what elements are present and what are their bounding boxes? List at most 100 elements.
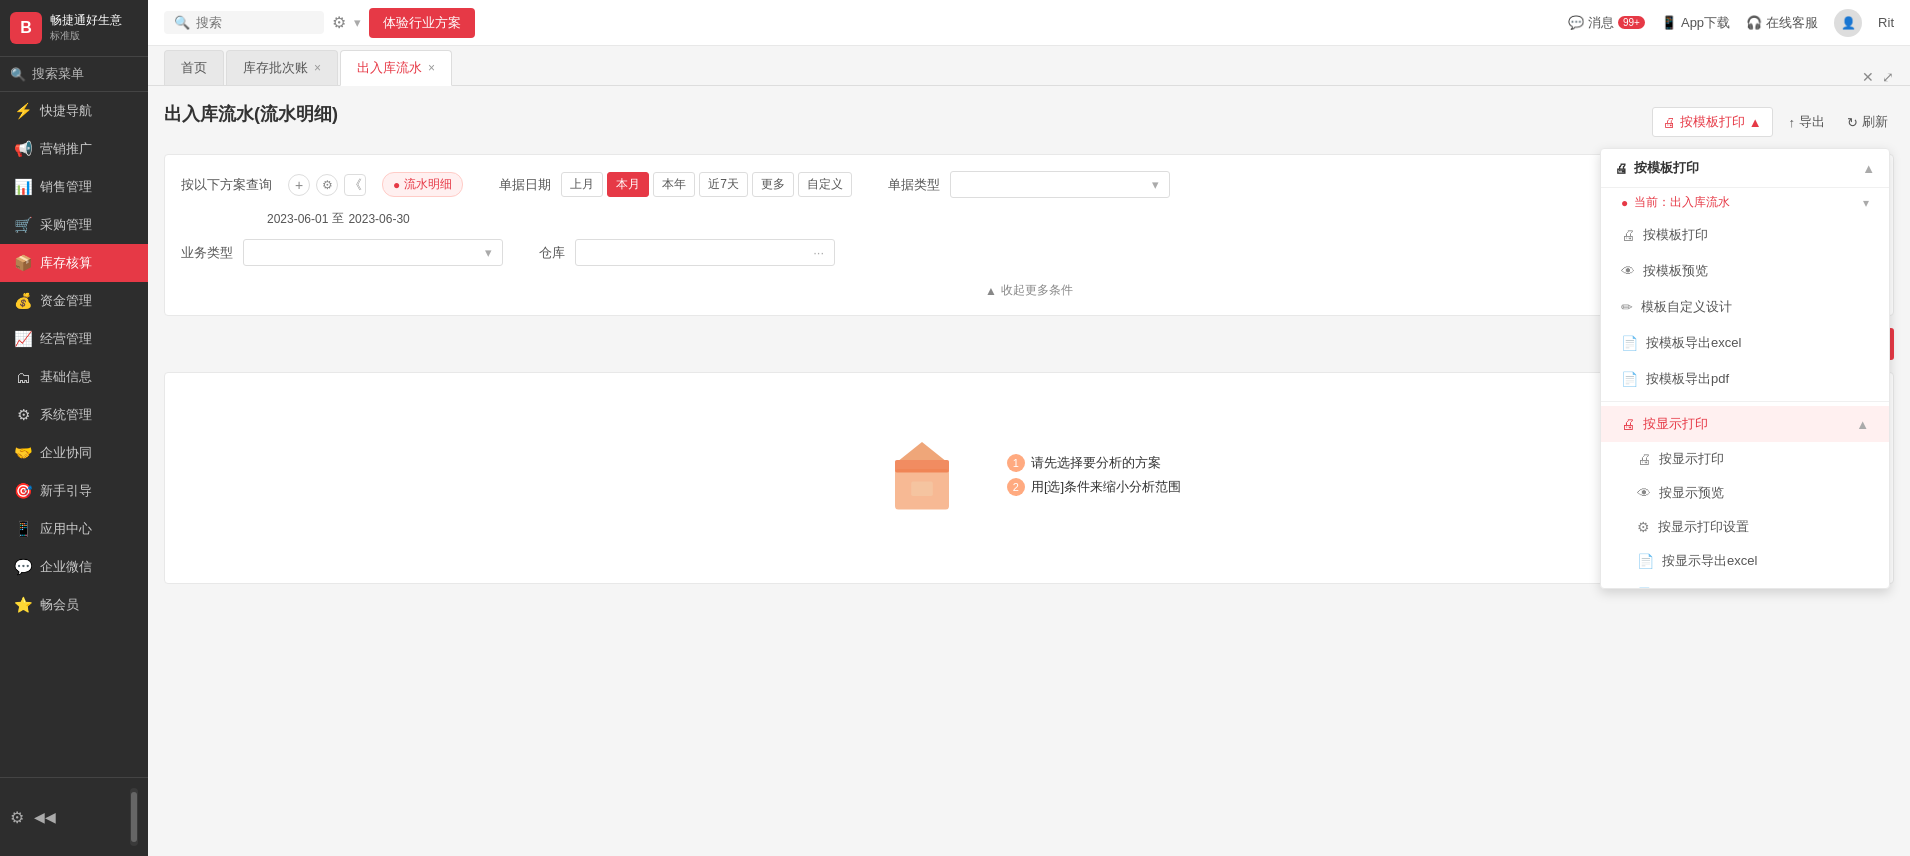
sidebar-search[interactable]: 🔍 搜索菜单	[0, 57, 148, 92]
sidebar-item-marketing[interactable]: 📢 营销推广	[0, 130, 148, 168]
dropdown-collapse-arrow[interactable]: ▲	[1862, 161, 1875, 176]
sidebar-item-member[interactable]: ⭐ 畅会员	[0, 586, 148, 624]
warehouse-input[interactable]: ···	[575, 239, 835, 266]
tab-home[interactable]: 首页	[164, 50, 224, 85]
doc-type-select[interactable]: ▾	[950, 171, 1170, 198]
current-expand-arrow[interactable]: ▾	[1863, 196, 1869, 210]
tab-batch-account[interactable]: 库存批次账 ×	[226, 50, 338, 85]
display-pdf-label: 按显示导出pdf	[1662, 586, 1745, 588]
marketing-icon: 📢	[14, 140, 32, 158]
sidebar-header: B 畅捷通好生意 标准版	[0, 0, 148, 57]
export-label: 导出	[1799, 113, 1825, 131]
sidebar-search-label: 搜索菜单	[32, 65, 84, 83]
print-template-label: 按模板打印	[1680, 113, 1745, 131]
tab-bar: 首页 库存批次账 × 出入库流水 × ✕ ⤢	[148, 46, 1910, 86]
dropdown-sub-display-excel[interactable]: 📄 按显示导出excel	[1601, 544, 1889, 578]
dropdown-item-template-excel[interactable]: 📄 按模板导出excel	[1601, 325, 1889, 361]
sidebar-item-operation[interactable]: 📈 经营管理	[0, 320, 148, 358]
tab-batch-account-close[interactable]: ×	[314, 61, 321, 75]
dropdown-item-template-preview[interactable]: 👁 按模板预览	[1601, 253, 1889, 289]
window-expand-button[interactable]: ⤢	[1882, 69, 1894, 85]
dropdown-item-display-section[interactable]: 🖨 按显示打印 ▲	[1601, 406, 1889, 442]
template-print-icon: 🖨	[1621, 227, 1635, 243]
settings-icon[interactable]: ⚙	[10, 808, 24, 827]
search-icon: 🔍	[10, 67, 26, 82]
sidebar-item-appstore[interactable]: 📱 应用中心	[0, 510, 148, 548]
date-btn-more[interactable]: 更多	[752, 172, 794, 197]
template-pdf-icon: 📄	[1621, 371, 1638, 387]
page-title: 出入库流水(流水明细)	[164, 102, 338, 126]
member-icon: ⭐	[14, 596, 32, 614]
date-to: 2023-06-30	[348, 212, 409, 226]
sidebar-item-purchase[interactable]: 🛒 采购管理	[0, 206, 148, 244]
topbar-search-box[interactable]: 🔍	[164, 11, 324, 34]
finance-icon: 💰	[14, 292, 32, 310]
sidebar-item-finance[interactable]: 💰 资金管理	[0, 282, 148, 320]
export-button[interactable]: ↑ 导出	[1783, 109, 1832, 135]
topbar-search-input[interactable]	[196, 15, 296, 30]
sidebar-item-label: 采购管理	[40, 216, 92, 234]
sidebar-item-wechat[interactable]: 💬 企业微信	[0, 548, 148, 586]
collapse-sidebar-icon[interactable]: ◀◀	[34, 809, 56, 825]
date-btn-custom[interactable]: 自定义	[798, 172, 852, 197]
username-label[interactable]: Rit	[1878, 15, 1894, 30]
display-preview-icon: 👁	[1637, 485, 1651, 501]
filter-add-button[interactable]: +	[288, 174, 310, 196]
template-print-label: 按模板打印	[1643, 226, 1708, 244]
topbar-right: 💬 消息 99+ 📱 App下载 🎧 在线客服 👤 Rit	[1568, 9, 1894, 37]
dropdown-item-template-print[interactable]: 🖨 按模板打印	[1601, 217, 1889, 253]
empty-steps: 1 请先选择要分析的方案 2 用[选]条件来缩小分析范围	[1007, 454, 1181, 502]
app-download-button[interactable]: 📱 App下载	[1661, 14, 1730, 32]
filter-collapse-button[interactable]: 《	[344, 174, 366, 196]
topbar-gear-icon[interactable]: ⚙	[332, 13, 346, 32]
topbar-dropdown-icon[interactable]: ▾	[354, 15, 361, 30]
app-icon: 📱	[1661, 15, 1677, 30]
user-avatar[interactable]: 👤	[1834, 9, 1862, 37]
sidebar-item-inventory[interactable]: 📦 库存核算	[0, 244, 148, 282]
window-close-button[interactable]: ✕	[1862, 69, 1874, 85]
app-subtitle: 标准版	[50, 29, 122, 43]
dropdown-sub-display-preview[interactable]: 👁 按显示预览	[1601, 476, 1889, 510]
sidebar-item-label: 企业微信	[40, 558, 92, 576]
sidebar: B 畅捷通好生意 标准版 🔍 搜索菜单 ⚡ 快捷导航 📢 营销推广 📊 销售管理…	[0, 0, 148, 856]
biz-type-select[interactable]: ▾	[243, 239, 503, 266]
display-print-icon: 🖨	[1637, 451, 1651, 467]
date-btn-this-year[interactable]: 本年	[653, 172, 695, 197]
collapse-more-btn[interactable]: ▲ 收起更多条件	[985, 282, 1073, 299]
dropdown-item-template-custom[interactable]: ✏ 模板自定义设计	[1601, 289, 1889, 325]
tab-flow-label: 出入库流水	[357, 59, 422, 77]
filter-setting-button[interactable]: ⚙	[316, 174, 338, 196]
empty-step-1: 1 请先选择要分析的方案	[1007, 454, 1181, 472]
date-btn-last-month[interactable]: 上月	[561, 172, 603, 197]
dropdown-sub-display-print[interactable]: 🖨 按显示打印	[1601, 442, 1889, 476]
content-toolbar: 🖨 按模板打印 ▲ ↑ 导出 ↻ 刷新	[1652, 107, 1894, 137]
sidebar-item-basic[interactable]: 🗂 基础信息	[0, 358, 148, 396]
tab-flow-close[interactable]: ×	[428, 61, 435, 75]
basic-icon: 🗂	[14, 369, 32, 386]
sidebar-item-system[interactable]: ⚙ 系统管理	[0, 396, 148, 434]
sidebar-item-sales[interactable]: 📊 销售管理	[0, 168, 148, 206]
template-custom-icon: ✏	[1621, 299, 1633, 315]
print-template-button[interactable]: 🖨 按模板打印 ▲	[1652, 107, 1773, 137]
display-section-label-group: 按显示打印 ▲	[1643, 415, 1869, 433]
sidebar-item-guide[interactable]: 🎯 新手引导	[0, 472, 148, 510]
operation-icon: 📈	[14, 330, 32, 348]
dropdown-sub-display-pdf[interactable]: 📄 按显示导出pdf	[1601, 578, 1889, 588]
online-service-button[interactable]: 🎧 在线客服	[1746, 14, 1818, 32]
dropdown-sub-display-setting[interactable]: ⚙ 按显示打印设置	[1601, 510, 1889, 544]
tag-icon: ●	[393, 178, 400, 192]
date-btn-this-month[interactable]: 本月	[607, 172, 649, 197]
dropdown-item-template-pdf[interactable]: 📄 按模板导出pdf	[1601, 361, 1889, 397]
warehouse-more-icon: ···	[813, 245, 824, 260]
display-pdf-icon: 📄	[1637, 587, 1654, 588]
sidebar-item-quick-nav[interactable]: ⚡ 快捷导航	[0, 92, 148, 130]
sidebar-item-label: 库存核算	[40, 254, 92, 272]
tab-flow[interactable]: 出入库流水 ×	[340, 50, 452, 86]
notice-button[interactable]: 💬 消息 99+	[1568, 14, 1645, 32]
refresh-button[interactable]: ↻ 刷新	[1841, 109, 1894, 135]
sidebar-item-corp[interactable]: 🤝 企业协同	[0, 434, 148, 472]
trial-button[interactable]: 体验行业方案	[369, 8, 475, 38]
date-btn-7days[interactable]: 近7天	[699, 172, 748, 197]
filter-tag-liushui[interactable]: ● 流水明细	[382, 172, 463, 197]
collapse-label: 收起更多条件	[1001, 282, 1073, 299]
